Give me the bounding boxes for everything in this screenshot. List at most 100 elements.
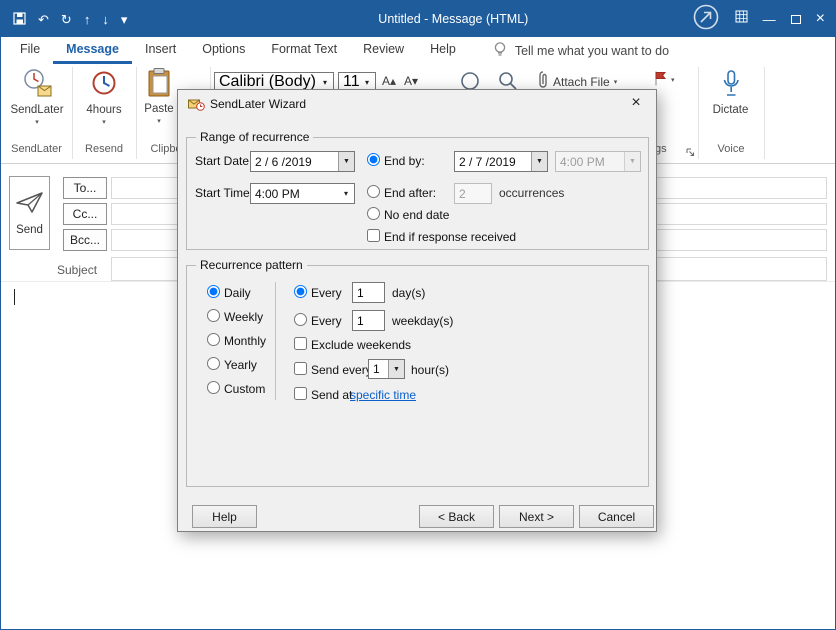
pattern-weekly-label: Weekly (224, 310, 264, 324)
pattern-yearly-label: Yearly (224, 358, 257, 372)
every-weekdays-radio[interactable] (294, 313, 307, 326)
every-days-input[interactable] (352, 282, 385, 303)
titlebar: ↶ ↻ ↑ ↓ ▾ Untitled - Message (HTML) — × (1, 1, 835, 37)
dropdown-arrow-icon[interactable]: ▼ (531, 152, 547, 171)
flag-icon (653, 70, 667, 90)
chevron-down-icon: ▾ (157, 118, 161, 125)
send-every-checkbox[interactable] (294, 362, 307, 375)
send-every-hours-combo[interactable]: 1 ▼ (368, 359, 405, 379)
send-every-label: Send every (311, 363, 372, 377)
every-days-radio[interactable] (294, 285, 307, 298)
tab-help[interactable]: Help (417, 37, 469, 64)
chevron-down-icon: ▾ (102, 119, 106, 126)
attach-file-label: Attach File (553, 74, 610, 89)
customize-toolbar-icon[interactable]: ▾ (121, 13, 128, 26)
every-weekdays-input[interactable] (352, 310, 385, 331)
end-by-date-combo[interactable]: 2 / 7 /2019 ▼ (454, 151, 548, 172)
end-after-radio[interactable] (367, 185, 380, 198)
every-weekdays-suffix: weekday(s) (392, 314, 454, 328)
cc-button[interactable]: Cc... (63, 203, 107, 225)
dropdown-arrow-icon: ▼ (624, 152, 640, 171)
dialog-close-button[interactable]: × (624, 93, 648, 114)
group-label-resend: Resend (85, 143, 123, 155)
tell-me-box[interactable]: Tell me what you want to do (493, 37, 669, 64)
send-label: Send (16, 224, 43, 236)
start-date-combo[interactable]: 2 / 6 /2019 ▼ (250, 151, 355, 172)
end-by-radio[interactable] (367, 153, 380, 166)
tags-dialog-launcher-icon[interactable] (685, 145, 696, 163)
end-if-response-checkbox[interactable] (367, 229, 380, 242)
specific-time-link[interactable]: specific time (350, 388, 416, 402)
close-window-button[interactable]: × (816, 11, 825, 27)
group-label-voice: Voice (717, 143, 745, 155)
chevron-down-icon[interactable]: ▾ (338, 184, 354, 203)
grow-font-button[interactable]: A▴ (382, 74, 396, 88)
start-time-value: 4:00 PM (255, 186, 300, 201)
resend-clock-icon (90, 67, 118, 102)
group-label-sendlater: SendLater (11, 143, 62, 155)
pattern-custom-radio[interactable] (207, 381, 220, 394)
end-by-date-value: 2 / 7 /2019 (459, 154, 516, 169)
dropdown-arrow-icon[interactable]: ▼ (338, 152, 354, 171)
tell-me-label: Tell me what you want to do (514, 43, 670, 58)
ribbon-tab-row: File Message Insert Options Format Text … (1, 37, 835, 64)
no-end-date-label: No end date (384, 208, 450, 222)
tab-file[interactable]: File (7, 37, 53, 64)
chevron-down-icon: ▾ (671, 77, 675, 84)
tab-review[interactable]: Review (350, 37, 417, 64)
every-weekdays-label: Every (311, 314, 342, 328)
follow-up-flag-button[interactable]: ▾ (653, 70, 675, 90)
pattern-monthly-label: Monthly (224, 334, 267, 348)
shrink-font-button[interactable]: A▾ (404, 74, 418, 88)
chevron-down-icon: ▾ (35, 119, 39, 126)
move-up-icon[interactable]: ↑ (84, 13, 91, 26)
group-separator (764, 67, 765, 159)
sendlater-wizard-dialog: SendLater Wizard × Range of recurrence S… (177, 89, 657, 532)
pattern-monthly-radio[interactable] (207, 333, 220, 346)
chevron-down-icon: ▾ (613, 78, 618, 86)
outlook-message-window: ↶ ↻ ↑ ↓ ▾ Untitled - Message (HTML) — × … (0, 0, 836, 630)
resend-label: 4hours (86, 104, 122, 116)
next-button[interactable]: Next > (499, 505, 574, 528)
start-time-combo[interactable]: 4:00 PM ▾ (250, 183, 355, 204)
bcc-button[interactable]: Bcc... (63, 229, 107, 251)
dropdown-arrow-icon[interactable]: ▼ (388, 360, 404, 378)
redo-icon[interactable]: ↻ (61, 13, 72, 26)
send-at-checkbox[interactable] (294, 387, 307, 400)
move-down-icon[interactable]: ↓ (102, 13, 109, 26)
send-button[interactable]: Send (9, 176, 50, 250)
back-button[interactable]: < Back (419, 505, 494, 528)
to-button[interactable]: To... (63, 177, 107, 199)
tab-insert[interactable]: Insert (132, 37, 189, 64)
pattern-weekly-radio[interactable] (207, 309, 220, 322)
paste-label: Paste (144, 103, 174, 115)
tab-options[interactable]: Options (189, 37, 258, 64)
clipboard-icon (146, 67, 172, 101)
start-date-label: Start Date: (195, 154, 253, 168)
end-after-label: End after: (384, 186, 437, 200)
window-title: Untitled - Message (HTML) (378, 12, 529, 26)
exclude-weekends-checkbox[interactable] (294, 337, 307, 350)
wizard-envelope-clock-icon (188, 97, 205, 115)
start-time-label: Start Time: (195, 186, 254, 200)
every-days-label: Every (311, 286, 342, 300)
grid-icon[interactable] (735, 10, 748, 28)
tab-format-text[interactable]: Format Text (258, 37, 350, 64)
end-by-time-value: 4:00 PM (560, 154, 605, 169)
dictate-label: Dictate (712, 104, 749, 116)
no-end-date-radio[interactable] (367, 207, 380, 220)
tab-message[interactable]: Message (53, 37, 132, 64)
maximize-button[interactable] (790, 14, 801, 24)
help-button[interactable]: Help (192, 505, 257, 528)
pattern-yearly-radio[interactable] (207, 357, 220, 370)
end-by-time-combo: 4:00 PM ▼ (555, 151, 641, 172)
occurrences-label: occurrences (499, 186, 565, 200)
minimize-button[interactable]: — (763, 13, 776, 26)
send-every-hours-value: 1 (373, 362, 380, 376)
undo-icon[interactable]: ↶ (38, 13, 49, 26)
save-icon[interactable] (13, 11, 26, 27)
every-days-suffix: day(s) (392, 286, 426, 300)
sendlater-label: SendLater (10, 104, 64, 116)
pattern-daily-radio[interactable] (207, 285, 220, 298)
cancel-button[interactable]: Cancel (579, 505, 654, 528)
